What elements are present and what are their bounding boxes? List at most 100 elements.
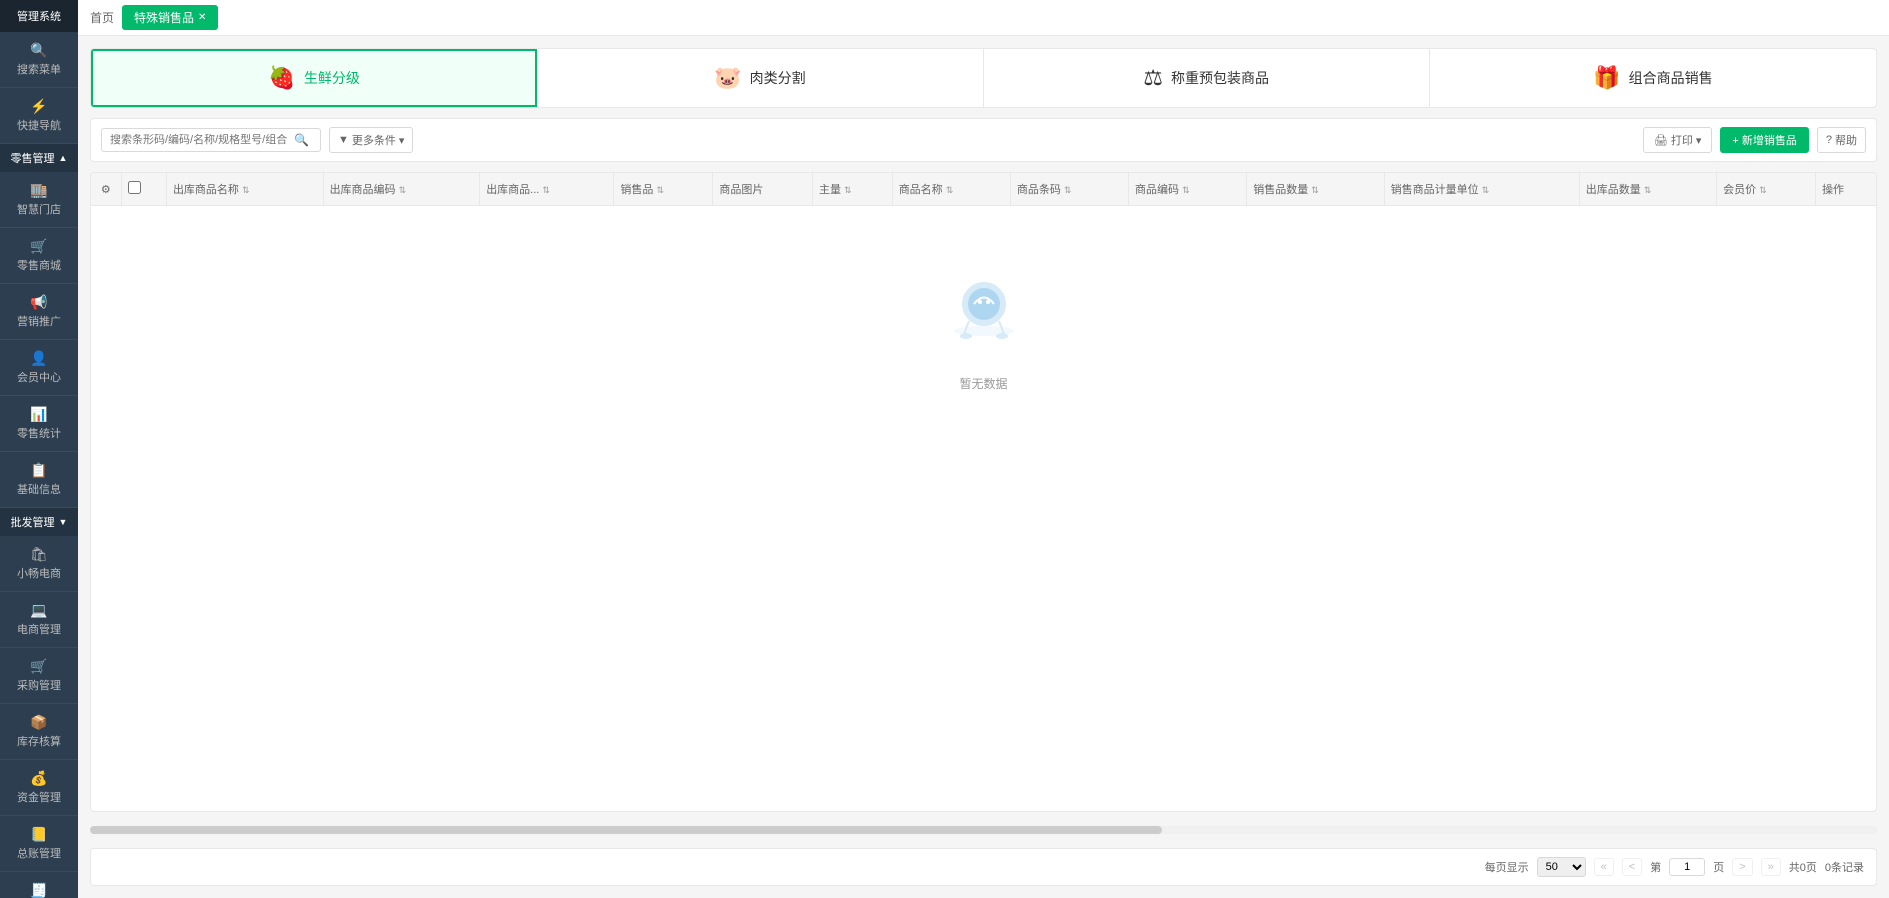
filter-button[interactable]: ▼ 更多条件 ▾ (329, 127, 413, 153)
last-page-button[interactable]: » (1761, 858, 1781, 876)
sidebar-item-ecom-mgmt[interactable]: 💻 电商管理 (0, 592, 78, 648)
help-button[interactable]: ? 帮助 (1817, 127, 1866, 153)
app-logo: 管理系统 (0, 0, 78, 32)
col-label: 会员价 (1723, 184, 1756, 196)
sidebar-item-label: 小畅电商 (17, 565, 61, 581)
add-button[interactable]: + 新增销售品 (1720, 127, 1808, 153)
chevron-down-icon: ▼ (59, 517, 68, 527)
th-out-product-name[interactable]: 出库商品名称 ⇅ (166, 173, 323, 206)
th-out-product-extra[interactable]: 出库商品... ⇅ (480, 173, 614, 206)
page-input[interactable] (1669, 858, 1705, 876)
prev-page-button[interactable]: < (1622, 858, 1642, 876)
sidebar-item-smart-store[interactable]: 🏬 智慧门店 (0, 172, 78, 228)
th-out-qty[interactable]: 出库品数量 ⇅ (1579, 173, 1716, 206)
tab-weight-package[interactable]: ⚖ 称重预包装商品 (984, 49, 1430, 107)
mini-ecom-icon: 🛍 (30, 546, 48, 563)
tab-label: 肉类分割 (750, 68, 806, 88)
sidebar-item-retail-stats[interactable]: 📊 零售统计 (0, 396, 78, 452)
page-label-suffix: 页 (1713, 859, 1724, 875)
fresh-grade-icon: 🍓 (268, 65, 295, 91)
retail-mall-icon: 🛒 (30, 238, 47, 255)
th-out-product-code[interactable]: 出库商品编码 ⇅ (323, 173, 480, 206)
tab-label: 组合商品销售 (1629, 68, 1713, 88)
col-label: 出库商品名称 (173, 184, 239, 196)
sidebar-item-label: 快捷导航 (17, 117, 61, 133)
page-size-select[interactable]: 50 10 20 100 (1537, 857, 1586, 877)
col-label: 销售商品计量单位 (1391, 184, 1479, 196)
breadcrumb-home[interactable]: 首页 (90, 9, 114, 26)
inventory-icon: 📦 (30, 714, 47, 731)
sort-icon: ⇅ (1064, 185, 1072, 195)
general-ledger-icon: 📒 (30, 826, 47, 843)
print-button[interactable]: 🖨 打印 ▾ (1643, 127, 1713, 153)
category-tabs: 🍓 生鲜分级 🐷 肉类分割 ⚖ 称重预包装商品 🎁 组合商品销售 (90, 48, 1877, 108)
table-container: ⚙ 出库商品名称 ⇅ 出库商品编码 ⇅ (90, 172, 1877, 812)
total-records: 0条记录 (1825, 859, 1864, 875)
tab-combo-sales[interactable]: 🎁 组合商品销售 (1430, 49, 1876, 107)
sidebar-item-label: 搜索菜单 (17, 61, 61, 77)
sort-icon: ⇅ (1759, 185, 1767, 195)
close-icon[interactable]: ✕ (198, 12, 206, 23)
search-input[interactable] (110, 134, 290, 146)
sort-icon: ⇅ (1182, 185, 1190, 195)
basic-info-icon: 📋 (30, 462, 47, 479)
sidebar-item-inventory[interactable]: 📦 库存核算 (0, 704, 78, 760)
help-label: 帮助 (1835, 132, 1857, 148)
col-label: 出库品数量 (1586, 184, 1641, 196)
sidebar-item-search-menu[interactable]: 🔍 搜索菜单 (0, 32, 78, 88)
th-main-weight[interactable]: 主量 ⇅ (812, 173, 892, 206)
col-label: 商品名称 (899, 184, 943, 196)
sort-icon: ⇅ (844, 185, 852, 195)
sidebar-item-sales-promo[interactable]: 📢 营销推广 (0, 284, 78, 340)
purchase-icon: 🛒 (30, 658, 47, 675)
col-label: 出库商品编码 (330, 184, 396, 196)
search-icon[interactable]: 🔍 (294, 133, 309, 147)
sidebar: 管理系统 🔍 搜索菜单 ⚡ 快捷导航 零售管理 ▲ 🏬 智慧门店 🛒 零售商城 … (0, 0, 78, 898)
sidebar-item-invoice[interactable]: 🧾 发票管理 (0, 872, 78, 898)
sidebar-item-member-center[interactable]: 👤 会员中心 (0, 340, 78, 396)
invoice-icon: 🧾 (30, 882, 47, 898)
th-product-name[interactable]: 商品名称 ⇅ (892, 173, 1010, 206)
search-menu-icon: 🔍 (30, 42, 47, 59)
sidebar-item-finance[interactable]: 💰 资金管理 (0, 760, 78, 816)
page-body: 🍓 生鲜分级 🐷 肉类分割 ⚖ 称重预包装商品 🎁 组合商品销售 🔍 (78, 36, 1889, 898)
scrollbar-thumb[interactable] (90, 826, 1162, 834)
sidebar-item-purchase[interactable]: 🛒 采购管理 (0, 648, 78, 704)
select-all-checkbox[interactable] (128, 181, 141, 194)
active-tab[interactable]: 特殊销售品 ✕ (122, 5, 218, 30)
th-sale-qty[interactable]: 销售品数量 ⇅ (1247, 173, 1384, 206)
sidebar-item-label: 营销推广 (17, 313, 61, 329)
col-label: 销售品数量 (1253, 184, 1308, 196)
empty-text: 暂无数据 (959, 375, 1007, 392)
sort-icon: ⇅ (399, 185, 407, 195)
sort-icon: ⇅ (946, 185, 954, 195)
sidebar-item-general-ledger[interactable]: 📒 总账管理 (0, 816, 78, 872)
horizontal-scrollbar[interactable] (90, 826, 1877, 834)
th-product-code[interactable]: 商品编码 ⇅ (1129, 173, 1247, 206)
chevron-up-icon: ▲ (59, 153, 68, 163)
th-sale-unit[interactable]: 销售商品计量单位 ⇅ (1384, 173, 1579, 206)
toolbar-left: 🔍 ▼ 更多条件 ▾ (101, 127, 413, 153)
sort-icon: ⇅ (1482, 185, 1490, 195)
tab-label: 生鲜分级 (304, 68, 360, 88)
sidebar-section-batch[interactable]: 批发管理 ▼ (0, 508, 78, 536)
tab-meat-cut[interactable]: 🐷 肉类分割 (537, 49, 983, 107)
th-settings[interactable]: ⚙ (91, 173, 121, 206)
next-page-button[interactable]: > (1732, 858, 1752, 876)
sidebar-item-quick-nav[interactable]: ⚡ 快捷导航 (0, 88, 78, 144)
th-member-price[interactable]: 会员价 ⇅ (1717, 173, 1816, 206)
th-sale-product[interactable]: 销售品 ⇅ (614, 173, 713, 206)
sidebar-item-mini-ecom[interactable]: 🛍 小畅电商 (0, 536, 78, 592)
sidebar-item-label: 采购管理 (17, 677, 61, 693)
sidebar-item-label: 会员中心 (17, 369, 61, 385)
sidebar-item-basic-info[interactable]: 📋 基础信息 (0, 452, 78, 508)
sidebar-item-retail-mall[interactable]: 🛒 零售商城 (0, 228, 78, 284)
retail-stats-icon: 📊 (30, 406, 47, 423)
first-page-button[interactable]: « (1594, 858, 1614, 876)
sidebar-section-retail[interactable]: 零售管理 ▲ (0, 144, 78, 172)
th-barcode[interactable]: 商品条码 ⇅ (1010, 173, 1128, 206)
tab-fresh-grade[interactable]: 🍓 生鲜分级 (91, 49, 537, 107)
th-action: 操作 (1816, 173, 1876, 206)
search-box[interactable]: 🔍 (101, 128, 321, 152)
th-checkbox[interactable] (121, 173, 166, 206)
